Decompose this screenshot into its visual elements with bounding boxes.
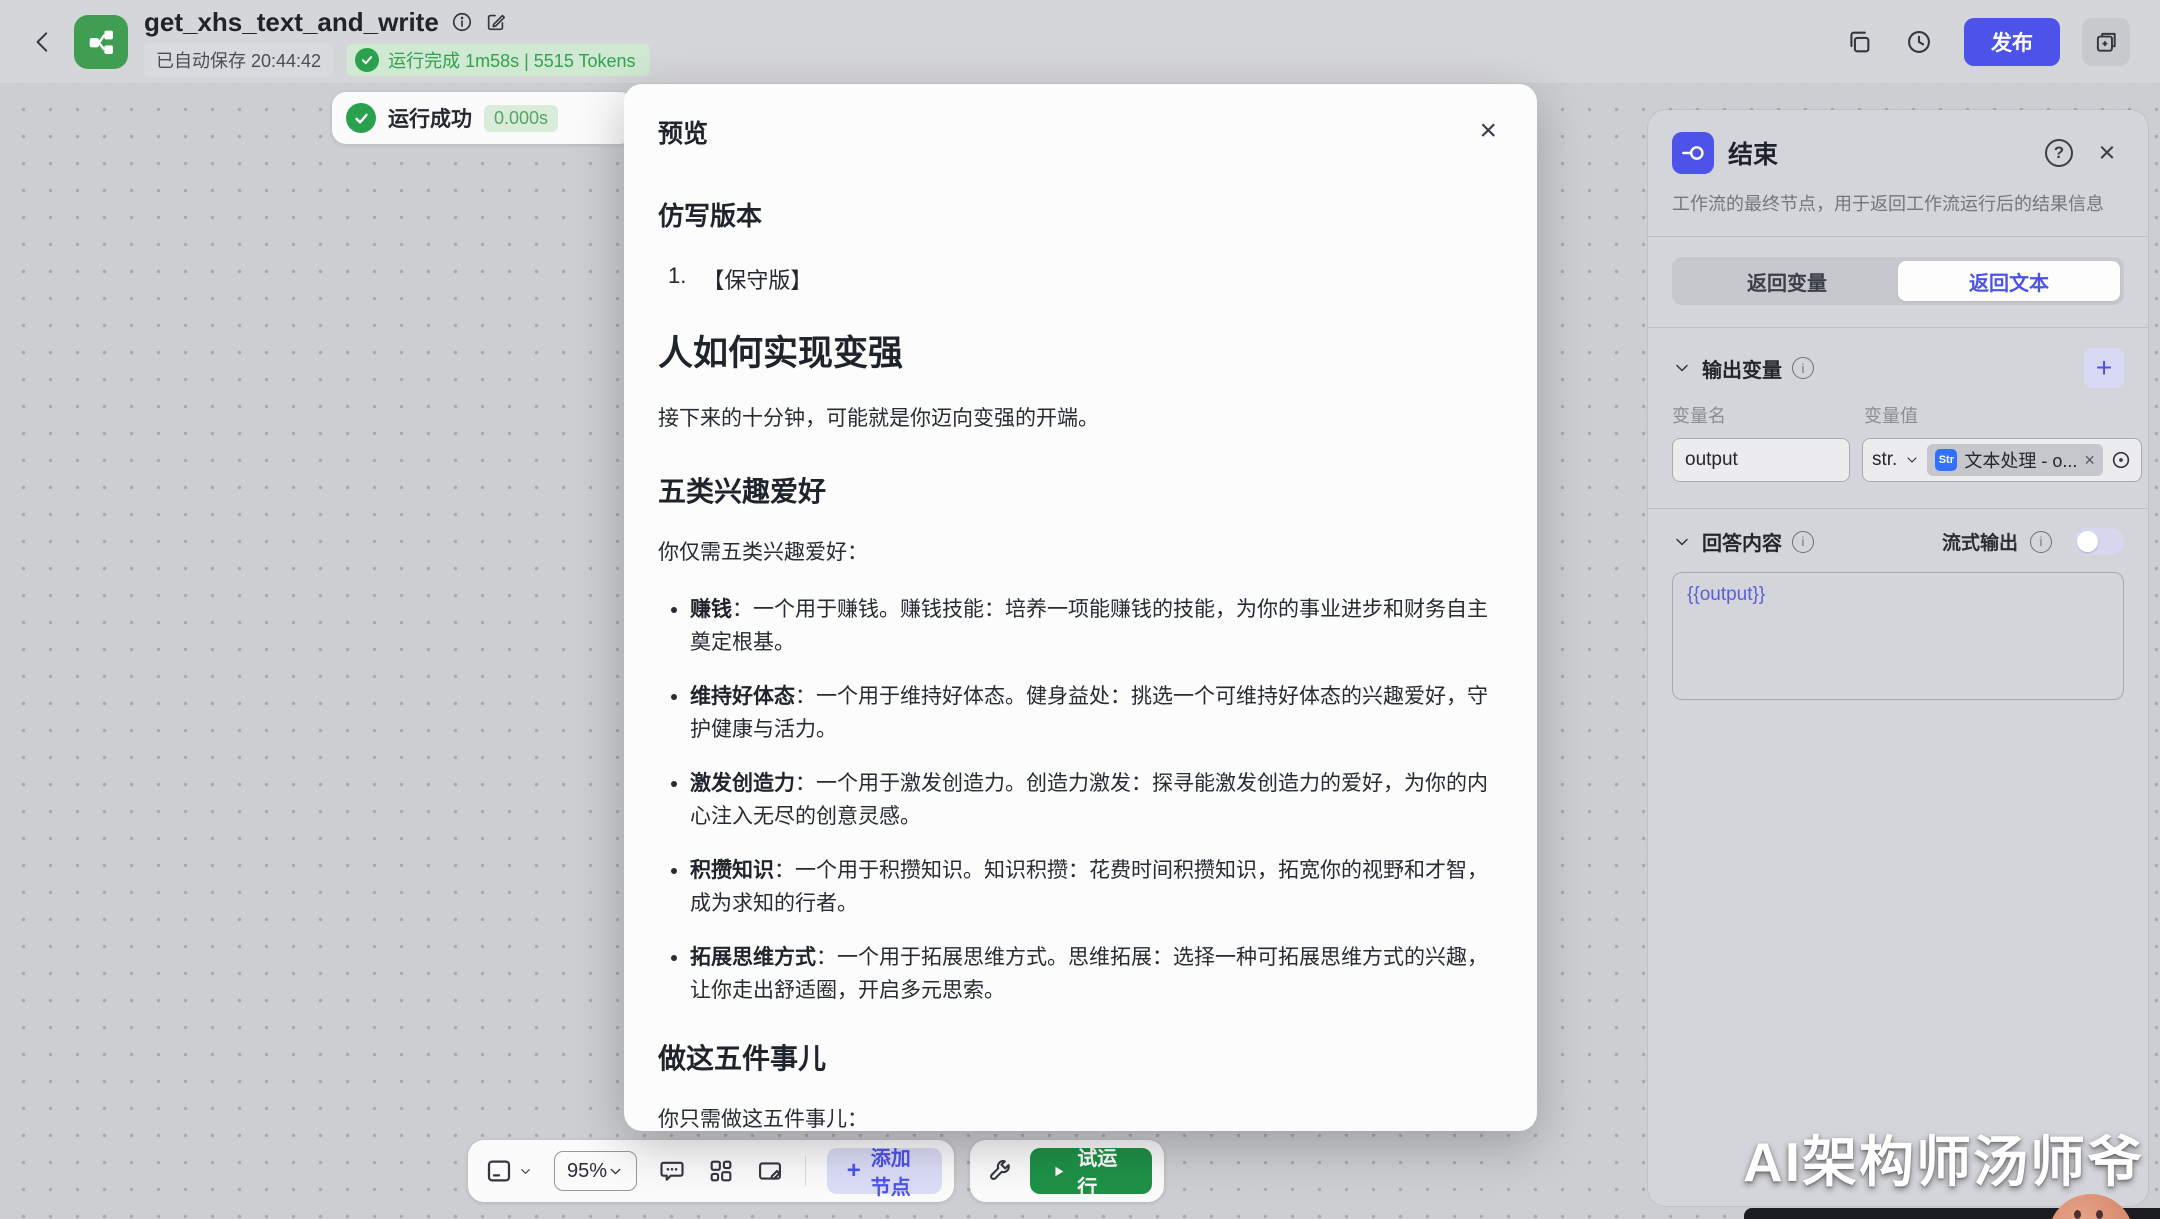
workflow-title: get_xhs_text_and_write: [144, 6, 439, 37]
info-icon[interactable]: ?i: [1792, 357, 1814, 379]
column-variable-name: 变量名: [1672, 406, 1726, 426]
section-heading: 仿写版本: [658, 201, 763, 231]
test-run-label: 试运行: [1077, 1148, 1118, 1199]
panel-title: 结束: [1728, 141, 1779, 169]
stream-output-label: 流式输出: [1941, 533, 2018, 554]
list-item: 赚钱：一个用于赚钱。赚钱技能：培养一项能赚钱的技能，为你的事业进步和财务自主奠定…: [690, 594, 1501, 659]
variable-name-input[interactable]: [1672, 438, 1850, 482]
workflow-app-icon: [74, 14, 128, 69]
list-number: 1.: [668, 263, 687, 288]
wrench-icon[interactable]: [986, 1157, 1014, 1185]
screen-icon: [487, 1160, 511, 1182]
article-intro: 接下来的十分钟，可能就是你迈向变强的开端。: [658, 407, 1099, 430]
info-icon[interactable]: [451, 11, 473, 33]
tab-return-text[interactable]: 返回文本: [1898, 261, 2120, 301]
duplicate-icon[interactable]: [1842, 25, 1876, 59]
add-panel-icon[interactable]: [2082, 17, 2130, 66]
info-icon[interactable]: i: [1792, 530, 1814, 553]
output-variables-label: 输出变量: [1702, 359, 1782, 382]
remove-reference-icon[interactable]: ×: [2084, 450, 2095, 471]
answer-content-label: 回答内容: [1702, 533, 1782, 555]
run-success-label: 运行成功: [388, 108, 472, 131]
interests-intro: 你仅需五类兴趣爱好：: [658, 541, 868, 564]
run-toolbar: 试运行: [970, 1140, 1164, 1202]
panel-close-icon[interactable]: ×: [2090, 136, 2124, 170]
list-item: 维持好体态：一个用于维持好体态。健身益处：挑选一个可维持好体态的兴趣爱好，守护健…: [690, 681, 1501, 746]
add-variable-button[interactable]: +: [2084, 348, 2124, 388]
answer-content-textarea[interactable]: {{output}}: [1672, 572, 2124, 700]
top-bar: get_xhs_text_and_write 已自动保存 20:44:42 运行…: [0, 0, 2160, 84]
close-icon[interactable]: ×: [1475, 114, 1501, 148]
reference-text: 文本处理 - o...: [1964, 451, 2078, 471]
list-item: 拓展思维方式：一个用于拓展思维方式。思维拓展：选择一种可拓展思维方式的兴趣，让你…: [690, 942, 1501, 1007]
list-item-text: 【保守版】: [702, 268, 813, 293]
return-mode-tabs: 返回变量 返回文本: [1672, 257, 2124, 305]
add-node-label: 添加节点: [870, 1148, 911, 1199]
note-icon[interactable]: [756, 1157, 784, 1185]
ordered-list-item: 1. 【保守版】: [658, 263, 1501, 295]
run-success-card: 运行成功 0.000s: [332, 92, 634, 144]
chevron-down-icon: [610, 1168, 621, 1174]
run-complete-text: 运行完成 1m58s | 5515 Tokens: [388, 50, 636, 71]
chevron-down-icon: [1907, 457, 1917, 463]
settings-icon[interactable]: [2110, 449, 2132, 471]
list-item: 激发创造力：一个用于激发创造力。创造力激发：探寻能激发创造力的爱好，为你的内心注…: [690, 768, 1501, 833]
type-select[interactable]: str.: [1872, 449, 1897, 471]
run-duration-badge: 0.000s: [484, 104, 559, 132]
layout-blocks-icon[interactable]: [707, 1157, 735, 1185]
interests-list: 赚钱：一个用于赚钱。赚钱技能：培养一项能赚钱的技能，为你的事业进步和财务自主奠定…: [658, 594, 1501, 1007]
string-type-badge: Str: [1935, 449, 1958, 471]
back-button[interactable]: [26, 25, 60, 59]
tab-return-variables[interactable]: 返回变量: [1676, 261, 1898, 301]
chevron-down-icon[interactable]: [1672, 358, 1692, 378]
chevron-down-icon: [521, 1168, 530, 1174]
test-run-button[interactable]: 试运行: [1030, 1148, 1152, 1199]
preview-modal: 预览 × 仿写版本 1. 【保守版】 人如何实现变强 接下来的十分钟，可能就是你…: [624, 84, 1537, 1131]
end-node-icon: [1672, 132, 1714, 174]
modal-title: 预览: [658, 120, 709, 148]
variable-value-control[interactable]: str. Str 文本处理 - o... ×: [1862, 438, 2142, 482]
info-icon[interactable]: i: [2030, 530, 2052, 553]
add-node-button[interactable]: + 添加节点: [826, 1148, 942, 1199]
edit-icon[interactable]: [485, 11, 507, 33]
article-title: 人如何实现变强: [658, 334, 904, 373]
canvas-toolbar: 95% + 添加节点: [468, 1140, 954, 1202]
panel-description: 工作流的最终节点，用于返回工作流运行后的结果信息: [1672, 194, 2104, 214]
variable-reference-chip[interactable]: Str 文本处理 - o... ×: [1927, 444, 2103, 476]
history-icon[interactable]: [1902, 25, 1936, 59]
actions-heading: 做这五件事儿: [658, 1043, 827, 1075]
stream-output-toggle[interactable]: [2074, 528, 2124, 555]
view-mode-selector[interactable]: [484, 1156, 533, 1186]
plus-icon: +: [846, 1157, 861, 1184]
zoom-level-select[interactable]: 95%: [554, 1151, 638, 1191]
actions-intro: 你只需做这五件事儿：: [658, 1108, 868, 1131]
zoom-level-value: 95%: [567, 1159, 608, 1182]
end-node-panel: 结束 ? × 工作流的最终节点，用于返回工作流运行后的结果信息 返回变量 返回文…: [1648, 110, 2148, 1206]
autosave-badge: 已自动保存 20:44:42: [144, 42, 334, 77]
comment-icon[interactable]: [658, 1157, 686, 1185]
run-complete-badge: 运行完成 1m58s | 5515 Tokens: [347, 43, 650, 76]
column-variable-value: 变量值: [1864, 406, 1918, 426]
interests-heading: 五类兴趣爱好: [658, 476, 827, 507]
help-icon[interactable]: ?: [2042, 136, 2076, 170]
check-icon: [355, 47, 380, 72]
watermark-text: AI架构师汤师爷: [1742, 1131, 2144, 1193]
publish-button[interactable]: 发布: [1964, 17, 2060, 66]
list-item: 积攒知识：一个用于积攒知识。知识积攒：花费时间积攒知识，拓宽你的视野和才智，成为…: [690, 855, 1501, 920]
play-icon: [1055, 1166, 1064, 1176]
title-block: get_xhs_text_and_write 已自动保存 20:44:42 运行…: [144, 7, 650, 77]
chevron-down-icon[interactable]: [1672, 532, 1692, 552]
success-check-icon: [346, 103, 376, 133]
